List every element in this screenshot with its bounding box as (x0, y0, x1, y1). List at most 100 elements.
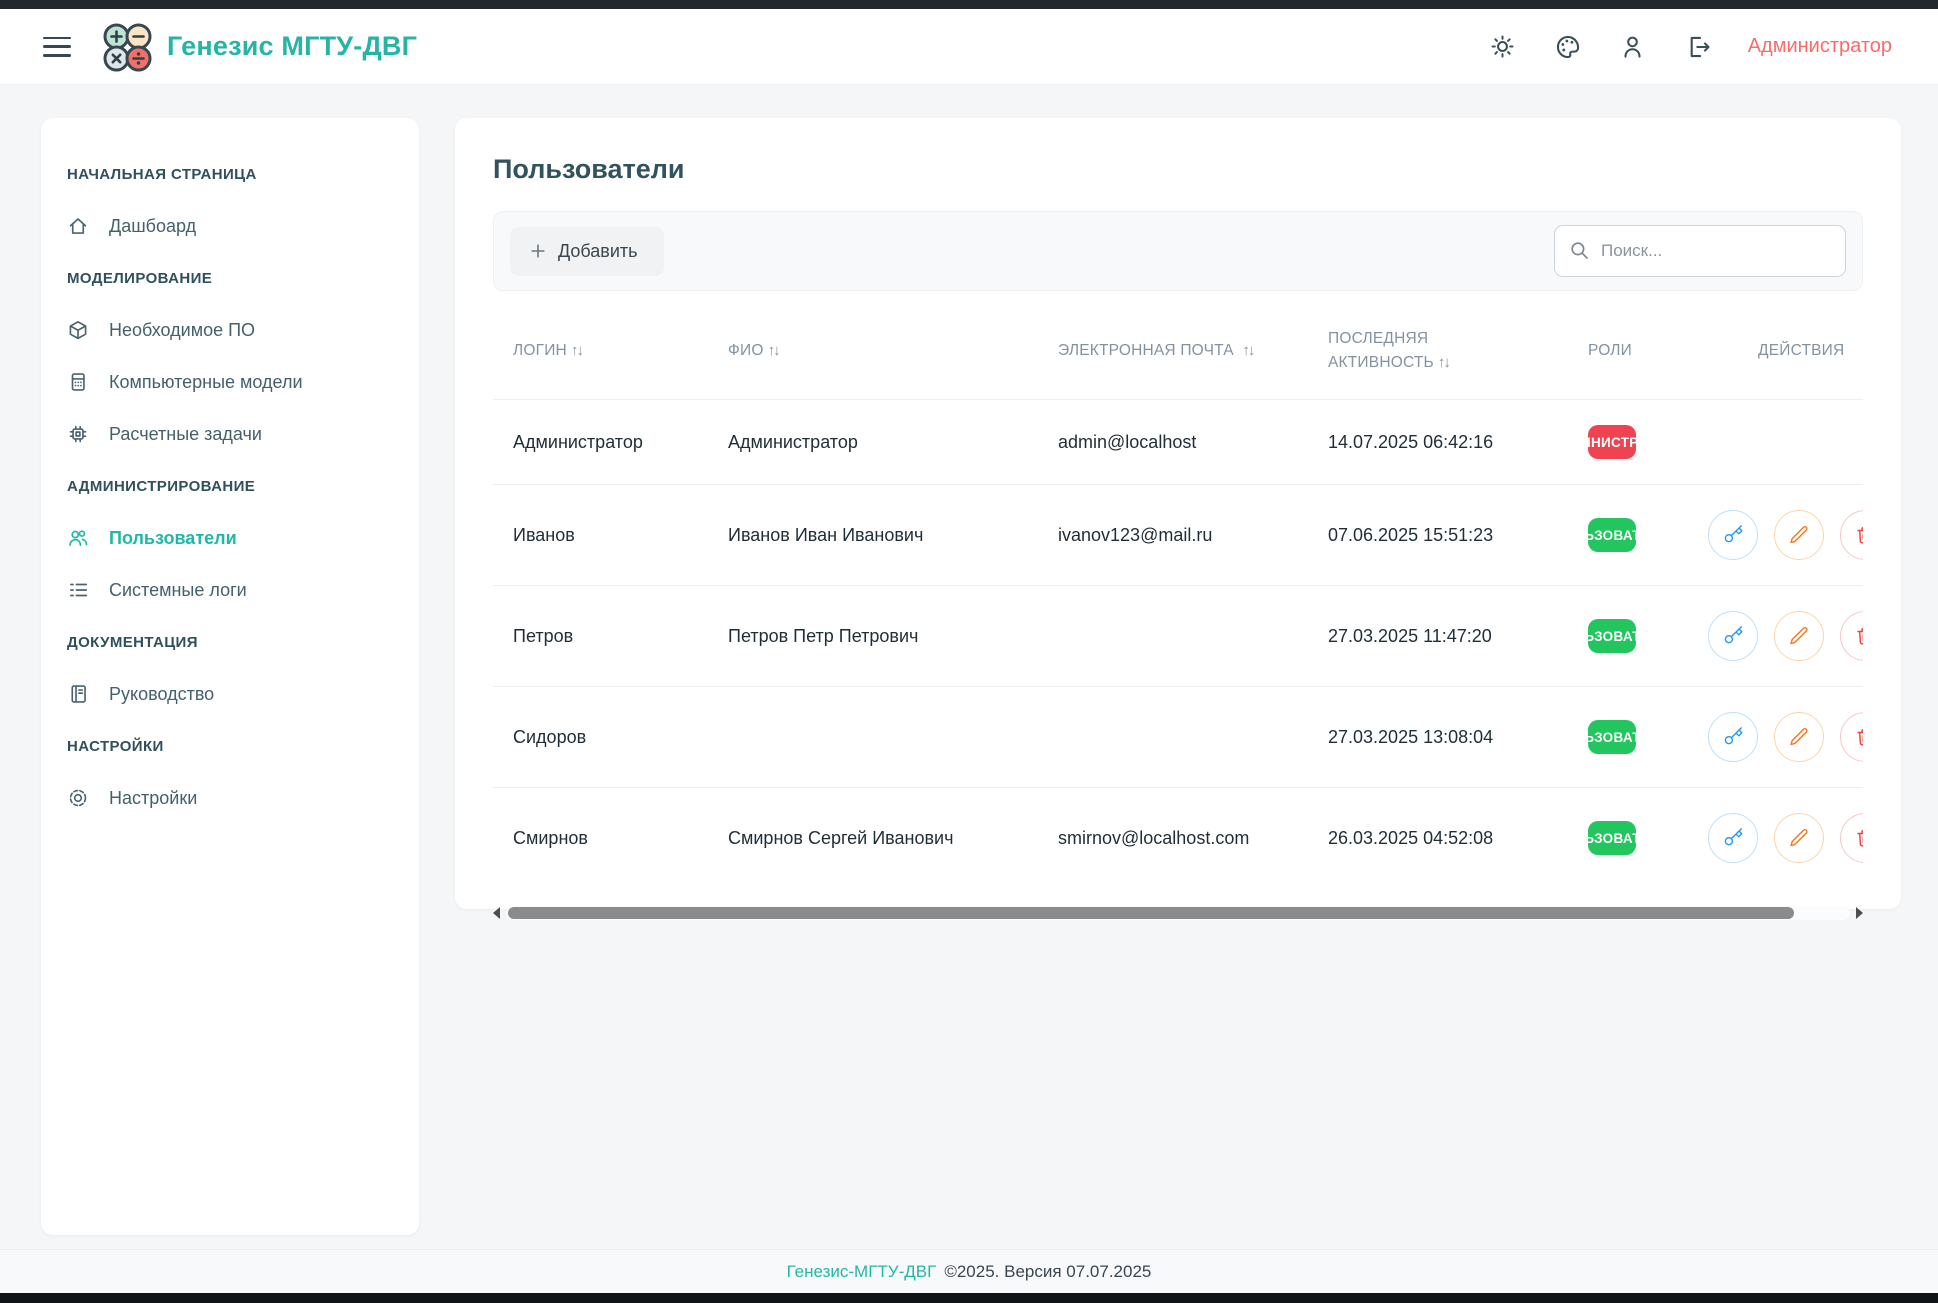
sidebar-item-dashboard[interactable]: Дашбоард (41, 200, 419, 252)
app-logo-math-icon (103, 23, 152, 71)
nav-section-modeling: МОДЕЛИРОВАНИЕ (67, 270, 213, 287)
cell-actions (1688, 484, 1863, 587)
sidebar-nav: НАЧАЛЬНАЯ СТРАНИЦА Дашбоард МОДЕЛИРОВАНИ… (41, 118, 419, 1235)
column-header-login[interactable]: ЛОГИН ↑↓ (493, 303, 708, 401)
column-header-roles: РОЛИ (1568, 303, 1688, 401)
current-user-label[interactable]: Администратор (1748, 35, 1892, 58)
sort-icon: ↑↓ (1242, 342, 1255, 359)
nav-section-settings: НАСТРОЙКИ (67, 738, 164, 755)
sidebar-item-label: Руководство (109, 683, 215, 704)
sidebar-item-settings[interactable]: Настройки (41, 772, 419, 824)
reset-password-key-button[interactable] (1708, 712, 1758, 763)
horizontal-scrollbar[interactable] (493, 904, 1863, 922)
cell-login: Смирнов (513, 827, 588, 848)
cell-actions (1688, 788, 1863, 889)
cell-fio: Смирнов Сергей Иванович (728, 827, 954, 848)
scrollbar-thumb[interactable] (508, 907, 1794, 920)
role-badge: ПОЛЬЗОВАТЕЛЬ (1588, 720, 1636, 755)
table-row: Сидоров 27.03.2025 13:08:04 ПОЛЬЗОВАТЕЛЬ (493, 686, 1863, 789)
edit-user-button[interactable] (1774, 510, 1824, 561)
cell-roles: ПОЛЬЗОВАТЕЛЬ (1568, 788, 1688, 889)
gear-icon (67, 787, 89, 809)
scroll-right-arrow-icon[interactable] (1856, 907, 1863, 920)
delete-user-button[interactable] (1840, 712, 1863, 763)
content-area: НАЧАЛЬНАЯ СТРАНИЦА Дашбоард МОДЕЛИРОВАНИ… (0, 85, 1938, 1249)
cell-last-activity: 27.03.2025 11:47:20 (1308, 585, 1568, 688)
cell-email: admin@localhost (1038, 399, 1308, 486)
sidebar-item-label: Настройки (109, 787, 198, 808)
sidebar-item-users[interactable]: Пользователи (41, 512, 419, 564)
role-badge: ПОЛЬЗОВАТЕЛЬ (1588, 619, 1636, 654)
cell-email (1038, 585, 1308, 688)
sidebar-item-label: Необходимое ПО (109, 319, 256, 340)
logout-icon[interactable] (1683, 32, 1713, 62)
cell-fio: Петров Петр Петрович (708, 585, 1038, 688)
reset-password-key-button[interactable] (1708, 510, 1758, 561)
delete-user-button[interactable] (1840, 611, 1863, 662)
nav-section-home: НАЧАЛЬНАЯ СТРАНИЦА (67, 166, 257, 183)
column-header-last-activity[interactable]: ПОСЛЕДНЯЯ АКТИВНОСТЬ ↑↓ (1308, 303, 1568, 401)
footer-version-text: ©2025. Версия 07.07.2025 (944, 1261, 1152, 1281)
user-profile-icon[interactable] (1618, 32, 1648, 62)
scrollbar-track[interactable] (506, 906, 1850, 921)
cell-email: smirnov@localhost.com (1058, 827, 1250, 848)
sort-icon: ↑↓ (1437, 354, 1451, 372)
sidebar-item-label: Компьютерные модели (109, 371, 303, 392)
cell-fio (708, 686, 1038, 789)
sidebar-item-software[interactable]: Необходимое ПО (41, 304, 419, 356)
hamburger-menu-icon[interactable] (40, 35, 74, 59)
edit-user-button[interactable] (1774, 611, 1824, 662)
cell-login: Иванов (493, 484, 708, 587)
sidebar-item-system-logs[interactable]: Системные логи (41, 564, 419, 616)
theme-sun-icon[interactable] (1488, 32, 1518, 62)
plus-icon (528, 241, 548, 261)
palette-icon[interactable] (1553, 32, 1583, 62)
app-header: Генезис МГТУ-ДВГ Администратор (0, 9, 1938, 85)
edit-user-button[interactable] (1774, 813, 1824, 864)
nav-section-documentation: ДОКУМЕНТАЦИЯ (67, 634, 198, 651)
sidebar-item-label: Пользователи (109, 527, 237, 548)
column-header-fio[interactable]: ФИО ↑↓ (708, 303, 1038, 401)
reset-password-key-button[interactable] (1708, 813, 1758, 864)
table-toolbar: Добавить (493, 211, 1863, 291)
cell-roles: ПОЛЬЗОВАТЕЛЬ (1568, 484, 1688, 587)
role-badge: АДМИНИСТРАТОР (1588, 425, 1636, 460)
search-box (1554, 225, 1846, 277)
scroll-left-arrow-icon[interactable] (493, 907, 500, 920)
cell-login: Петров (493, 585, 708, 688)
table-row: Смирнов Смирнов Сергей Иванович smirnov@… (493, 788, 1863, 889)
sidebar-item-manual[interactable]: Руководство (41, 668, 419, 720)
role-badge: ПОЛЬЗОВАТЕЛЬ (1588, 821, 1636, 856)
bottom-dark-strip (0, 1293, 1938, 1303)
footer-brand-link[interactable]: Генезис-МГТУ-ДВГ (787, 1262, 937, 1282)
cell-email: ivanov123@mail.ru (1038, 484, 1308, 587)
reset-password-key-button[interactable] (1708, 611, 1758, 662)
cell-email (1038, 686, 1308, 789)
users-table: ЛОГИН ↑↓ ФИО ↑↓ ЭЛЕКТРОННАЯ ПОЧТА ↑↓ ПОСЛЕ… (493, 303, 1863, 888)
add-user-button[interactable]: Добавить (510, 226, 664, 276)
nav-section-administration: АДМИНИСТРИРОВАНИЕ (67, 478, 256, 495)
table-row: Иванов Иванов Иван Иванович ivanov123@ma… (493, 484, 1863, 587)
cell-fio: Иванов Иван Иванович (708, 484, 1038, 587)
package-cube-icon (67, 319, 89, 341)
page-title: Пользователи (493, 154, 685, 184)
delete-user-button[interactable] (1840, 813, 1863, 864)
column-header-email[interactable]: ЭЛЕКТРОННАЯ ПОЧТА ↑↓ (1038, 303, 1308, 401)
users-icon (67, 527, 89, 549)
table-row: Администратор Администратор admin@localh… (493, 399, 1863, 486)
search-input[interactable] (1554, 225, 1846, 277)
sidebar-item-label: Дашбоард (109, 215, 197, 236)
table-header-row: ЛОГИН ↑↓ ФИО ↑↓ ЭЛЕКТРОННАЯ ПОЧТА ↑↓ ПОСЛЕ… (493, 303, 1863, 401)
cell-fio: Администратор (708, 399, 1038, 486)
sidebar-item-computational-tasks[interactable]: Расчетные задачи (41, 408, 419, 460)
cell-actions (1688, 686, 1863, 789)
cell-actions (1688, 399, 1863, 486)
users-table-container: ЛОГИН ↑↓ ФИО ↑↓ ЭЛЕКТРОННАЯ ПОЧТА ↑↓ ПОСЛЕ… (493, 303, 1863, 888)
delete-user-button[interactable] (1840, 510, 1863, 561)
cell-roles: АДМИНИСТРАТОР (1568, 399, 1688, 486)
cell-actions (1688, 585, 1863, 688)
column-header-actions: ДЕЙСТВИЯ (1688, 303, 1863, 401)
sidebar-item-computer-models[interactable]: Компьютерные модели (41, 356, 419, 408)
table-row: Петров Петров Петр Петрович 27.03.2025 1… (493, 585, 1863, 688)
edit-user-button[interactable] (1774, 712, 1824, 763)
